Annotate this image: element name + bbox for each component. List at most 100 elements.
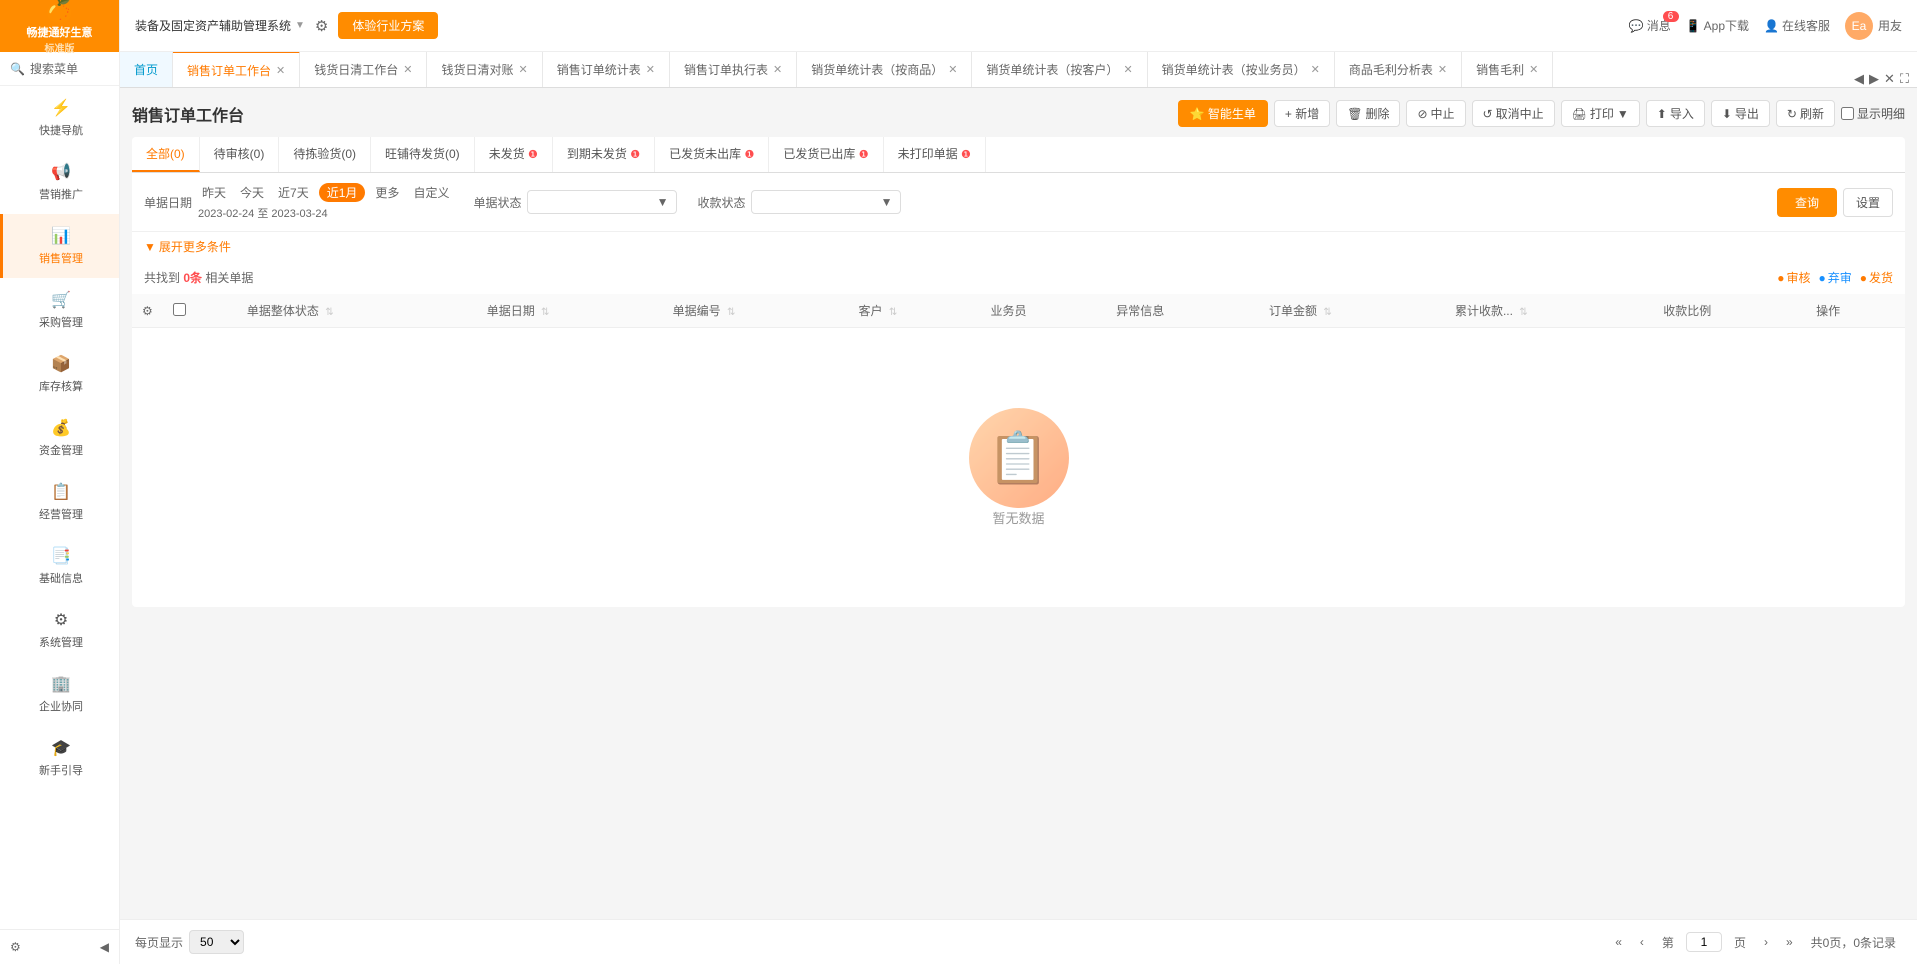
sidebar-item-marketing[interactable]: 📢 营销推广: [0, 150, 119, 214]
cancel-abort-button[interactable]: ↺ 取消中止: [1472, 100, 1555, 127]
sidebar-item-guide[interactable]: 🎓 新手引导: [0, 726, 119, 790]
expand-filter-button[interactable]: ▼ 展开更多条件: [144, 238, 231, 255]
sidebar-item-enterprise[interactable]: 🏢 企业协同: [0, 662, 119, 726]
col-checkbox-all[interactable]: [163, 294, 237, 328]
date-btn-today[interactable]: 今天: [236, 183, 268, 202]
sort-icon[interactable]: ⇅: [1519, 307, 1527, 318]
sidebar-search[interactable]: 🔍 搜索菜单: [0, 52, 119, 86]
refresh-button[interactable]: ↻ 刷新: [1776, 100, 1835, 127]
page-size-dropdown[interactable]: 20 50 100: [189, 930, 244, 954]
subtab-not-shipped[interactable]: 未发货 ❶: [475, 137, 553, 172]
sidebar-item-basic[interactable]: 📑 基础信息: [0, 534, 119, 598]
add-button[interactable]: + 新增: [1274, 100, 1330, 127]
show-detail-checkbox[interactable]: 显示明细: [1841, 105, 1905, 122]
unreviewed-btn[interactable]: ● 弃审: [1818, 269, 1851, 286]
tab-close-icon[interactable]: ✕: [1123, 63, 1132, 76]
tab-cash-daily[interactable]: 钱货日清工作台 ✕: [300, 52, 427, 87]
ship-btn[interactable]: ● 发货: [1860, 269, 1893, 286]
sidebar-item-finance[interactable]: 💰 资金管理: [0, 406, 119, 470]
sidebar-item-quick-nav[interactable]: ⚡ 快捷导航: [0, 86, 119, 150]
tab-close-all-icon[interactable]: ✕: [1884, 71, 1895, 87]
subtab-not-printed[interactable]: 未打印单据 ❶: [884, 137, 986, 172]
status-filter-group: 单据状态 ▼: [473, 190, 677, 214]
print-button[interactable]: 🖨 打印 ▼: [1561, 100, 1640, 127]
export-button[interactable]: ⬇ 导出: [1711, 100, 1770, 127]
filter-bar: 单据日期 昨天 今天 近7天 近1月 更多 自定义 2023-02-24 至 2…: [132, 173, 1905, 231]
app-download-btn[interactable]: 📱 App下载: [1686, 17, 1749, 34]
tab-close-icon[interactable]: ✕: [773, 63, 782, 76]
sidebar-item-sales[interactable]: 📊 销售管理: [0, 214, 119, 278]
review-btn[interactable]: ● 审核: [1777, 269, 1810, 286]
tab-sales-stat-customer[interactable]: 销货单统计表（按客户） ✕: [972, 52, 1147, 87]
sort-icon[interactable]: ⇅: [1323, 307, 1331, 318]
sidebar-item-purchase[interactable]: 🛒 采购管理: [0, 278, 119, 342]
date-btn-yesterday[interactable]: 昨天: [198, 183, 230, 202]
delete-button[interactable]: 🗑 删除: [1336, 100, 1400, 127]
sidebar-item-operations[interactable]: 📋 经营管理: [0, 470, 119, 534]
page-input[interactable]: [1686, 932, 1722, 952]
col-config[interactable]: ⚙: [132, 294, 163, 328]
prev-page-btn[interactable]: ‹: [1634, 933, 1650, 951]
smart-btn-label: 智能生单: [1208, 105, 1256, 122]
smart-order-button[interactable]: ⭐ 智能生单: [1178, 100, 1268, 127]
solution-button[interactable]: 体验行业方案: [338, 12, 438, 39]
subtab-shipped-not-out[interactable]: 已发货未出库 ❶: [655, 137, 769, 172]
tab-sales-order-workbench[interactable]: 销售订单工作台 ✕: [173, 52, 300, 87]
subtab-overdue[interactable]: 到期未发货 ❶: [553, 137, 655, 172]
subtab-all[interactable]: 全部(0): [132, 137, 200, 172]
sort-icon[interactable]: ⇅: [541, 307, 549, 318]
tab-prev-icon[interactable]: ◀: [1854, 71, 1864, 87]
date-btn-1month[interactable]: 近1月: [319, 183, 366, 202]
message-icon-btn[interactable]: 💬 6 消息: [1629, 17, 1671, 34]
settings-icon[interactable]: ⚙: [10, 940, 21, 954]
col-actions-label: 操作: [1816, 304, 1840, 318]
date-btn-custom[interactable]: 自定义: [409, 183, 453, 202]
query-button[interactable]: 查询: [1777, 188, 1837, 217]
subtab-shipped-out[interactable]: 已发货已出库 ❶: [769, 137, 883, 172]
subtab-pending-inspect[interactable]: 待拣验货(0): [279, 137, 371, 172]
tab-next-icon[interactable]: ▶: [1869, 71, 1879, 87]
tab-close-icon[interactable]: ✕: [1311, 63, 1320, 76]
tab-sales-order-stat[interactable]: 销售订单统计表 ✕: [543, 52, 670, 87]
tab-close-icon[interactable]: ✕: [1438, 63, 1447, 76]
subtab-wangpu[interactable]: 旺铺待发货(0): [371, 137, 475, 172]
tab-sales-profit[interactable]: 销售毛利 ✕: [1462, 52, 1553, 87]
tab-sales-stat-staff[interactable]: 销货单统计表（按业务员） ✕: [1148, 52, 1335, 87]
tab-maximize-icon[interactable]: ⛶: [1900, 71, 1909, 87]
tab-sales-stat-product[interactable]: 销货单统计表（按商品） ✕: [797, 52, 972, 87]
tab-cash-reconcile[interactable]: 钱货日清对账 ✕: [427, 52, 542, 87]
collect-select[interactable]: ▼: [751, 190, 901, 214]
tab-label: 销货单统计表（按业务员）: [1162, 61, 1306, 78]
sort-icon[interactable]: ⇅: [889, 307, 897, 318]
sort-icon[interactable]: ⇅: [325, 307, 333, 318]
tab-close-icon[interactable]: ✕: [519, 63, 528, 76]
date-btn-7days[interactable]: 近7天: [274, 183, 313, 202]
abort-button[interactable]: ⊘ 中止: [1406, 100, 1465, 127]
tab-profit-analysis[interactable]: 商品毛利分析表 ✕: [1335, 52, 1462, 87]
next-page-btn[interactable]: ›: [1758, 933, 1774, 951]
tab-close-icon[interactable]: ✕: [948, 63, 957, 76]
settings-gear-icon[interactable]: ⚙: [315, 17, 328, 35]
select-all-checkbox[interactable]: [173, 303, 186, 316]
system-name-dropdown[interactable]: 装备及固定资产辅助管理系统 ▼: [135, 17, 305, 34]
tab-close-icon[interactable]: ✕: [1529, 63, 1538, 76]
online-service-btn[interactable]: 👤 在线客服: [1764, 17, 1830, 34]
last-page-btn[interactable]: »: [1780, 933, 1799, 951]
collapse-icon[interactable]: ◀: [100, 940, 109, 954]
tab-close-icon[interactable]: ✕: [276, 64, 285, 77]
settings-button[interactable]: 设置: [1843, 188, 1893, 217]
show-detail-input[interactable]: [1841, 107, 1854, 120]
tab-close-icon[interactable]: ✕: [646, 63, 655, 76]
subtab-pending-review[interactable]: 待审核(0): [200, 137, 280, 172]
tab-close-icon[interactable]: ✕: [403, 63, 412, 76]
user-menu-btn[interactable]: Ea 用友: [1845, 12, 1902, 40]
sort-icon[interactable]: ⇅: [727, 307, 735, 318]
status-select[interactable]: ▼: [527, 190, 677, 214]
first-page-btn[interactable]: «: [1609, 933, 1628, 951]
tab-sales-order-exec[interactable]: 销售订单执行表 ✕: [670, 52, 797, 87]
import-button[interactable]: ⬆ 导入: [1646, 100, 1705, 127]
sidebar-item-system[interactable]: ⚙ 系统管理: [0, 598, 119, 662]
tab-home[interactable]: 首页: [120, 52, 173, 87]
sidebar-item-inventory[interactable]: 📦 库存核算: [0, 342, 119, 406]
date-btn-more[interactable]: 更多: [371, 183, 403, 202]
